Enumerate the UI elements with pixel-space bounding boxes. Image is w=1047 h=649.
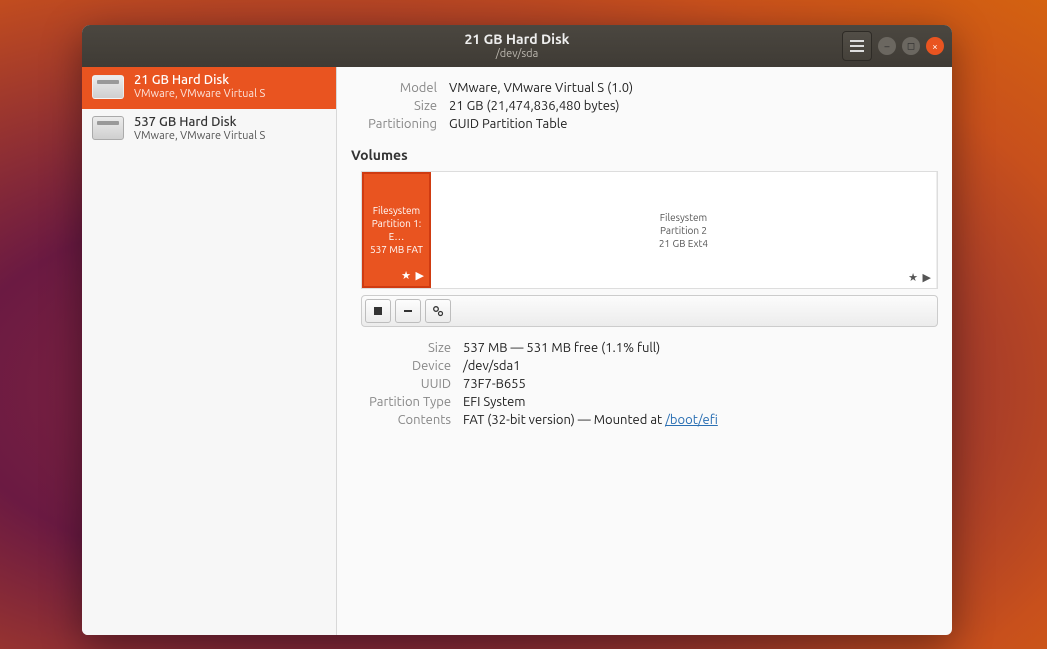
vol-line: Filesystem (373, 204, 420, 217)
value-ptype: EFI System (457, 393, 724, 411)
vol-line: 537 MB FAT (370, 243, 423, 256)
titlebar-text: 21 GB Hard Disk /dev/sda (82, 31, 952, 61)
value-partitioning: GUID Partition Table (443, 115, 639, 133)
sidebar-disk-1[interactable]: 537 GB Hard Disk VMware, VMware Virtual … (82, 109, 336, 151)
titlebar: 21 GB Hard Disk /dev/sda – ◻ × (82, 25, 952, 67)
label-device: Device (345, 357, 457, 375)
contents-text: FAT (32-bit version) — Mounted at (463, 413, 665, 427)
label-partitioning: Partitioning (345, 115, 443, 133)
unmount-button[interactable] (365, 299, 391, 323)
sidebar-disk-text: 21 GB Hard Disk VMware, VMware Virtual S (134, 73, 265, 101)
vol-indicator-icons: ★ ▶ (401, 269, 425, 283)
vol-line: Partition 2 (660, 224, 707, 237)
label-uuid: UUID (345, 375, 457, 393)
volumes-diagram: Filesystem Partition 1: E… 537 MB FAT ★ … (361, 171, 938, 289)
value-contents: FAT (32-bit version) — Mounted at /boot/… (457, 411, 724, 429)
disks-window: 21 GB Hard Disk /dev/sda – ◻ × 21 GB Har… (82, 25, 952, 635)
close-button[interactable]: × (926, 37, 944, 55)
vol-line: Partition 1: E… (364, 217, 429, 243)
mount-point-link[interactable]: /boot/efi (665, 413, 718, 427)
value-psize: 537 MB — 531 MB free (1.1% full) (457, 339, 724, 357)
gears-icon (432, 305, 444, 317)
value-model: VMware, VMware Virtual S (1.0) (443, 79, 639, 97)
sidebar-disk-0[interactable]: 21 GB Hard Disk VMware, VMware Virtual S (82, 67, 336, 109)
value-size: 21 GB (21,474,836,480 bytes) (443, 97, 639, 115)
value-uuid: 73F7-B655 (457, 375, 724, 393)
label-ptype: Partition Type (345, 393, 457, 411)
label-model: Model (345, 79, 443, 97)
value-device: /dev/sda1 (457, 357, 724, 375)
partition-details: Size 537 MB — 531 MB free (1.1% full) De… (345, 339, 724, 429)
stop-icon (372, 305, 384, 317)
delete-partition-button[interactable] (395, 299, 421, 323)
label-psize: Size (345, 339, 457, 357)
window-body: 21 GB Hard Disk VMware, VMware Virtual S… (82, 67, 952, 635)
minus-icon (402, 305, 414, 317)
window-subtitle: /dev/sda (82, 48, 952, 61)
minimize-button[interactable]: – (878, 37, 896, 55)
label-size: Size (345, 97, 443, 115)
vol-indicator-icons: ★ ▶ (908, 271, 932, 285)
volume-partition-1[interactable]: Filesystem Partition 1: E… 537 MB FAT ★ … (362, 172, 431, 288)
window-title: 21 GB Hard Disk (82, 31, 952, 48)
sidebar-disk-sub: VMware, VMware Virtual S (134, 130, 265, 143)
vol-line: 21 GB Ext4 (659, 237, 708, 250)
partition-options-button[interactable] (425, 299, 451, 323)
sidebar-disk-text: 537 GB Hard Disk VMware, VMware Virtual … (134, 115, 265, 143)
maximize-button[interactable]: ◻ (902, 37, 920, 55)
vol-line: Filesystem (660, 211, 707, 224)
main-panel: Model VMware, VMware Virtual S (1.0) Siz… (337, 67, 952, 635)
volume-partition-2[interactable]: Filesystem Partition 2 21 GB Ext4 ★ ▶ (431, 172, 937, 288)
disk-sidebar: 21 GB Hard Disk VMware, VMware Virtual S… (82, 67, 337, 635)
sidebar-disk-sub: VMware, VMware Virtual S (134, 88, 265, 101)
hard-disk-icon (92, 75, 124, 99)
disk-properties: Model VMware, VMware Virtual S (1.0) Siz… (345, 79, 639, 133)
volume-toolbar (361, 295, 938, 327)
hamburger-icon (850, 40, 864, 52)
label-contents: Contents (345, 411, 457, 429)
sidebar-disk-title: 537 GB Hard Disk (134, 115, 265, 130)
hard-disk-icon (92, 116, 124, 140)
volumes-heading: Volumes (351, 147, 938, 163)
sidebar-disk-title: 21 GB Hard Disk (134, 73, 265, 88)
app-menu-button[interactable] (842, 31, 872, 61)
titlebar-controls: – ◻ × (842, 25, 944, 67)
